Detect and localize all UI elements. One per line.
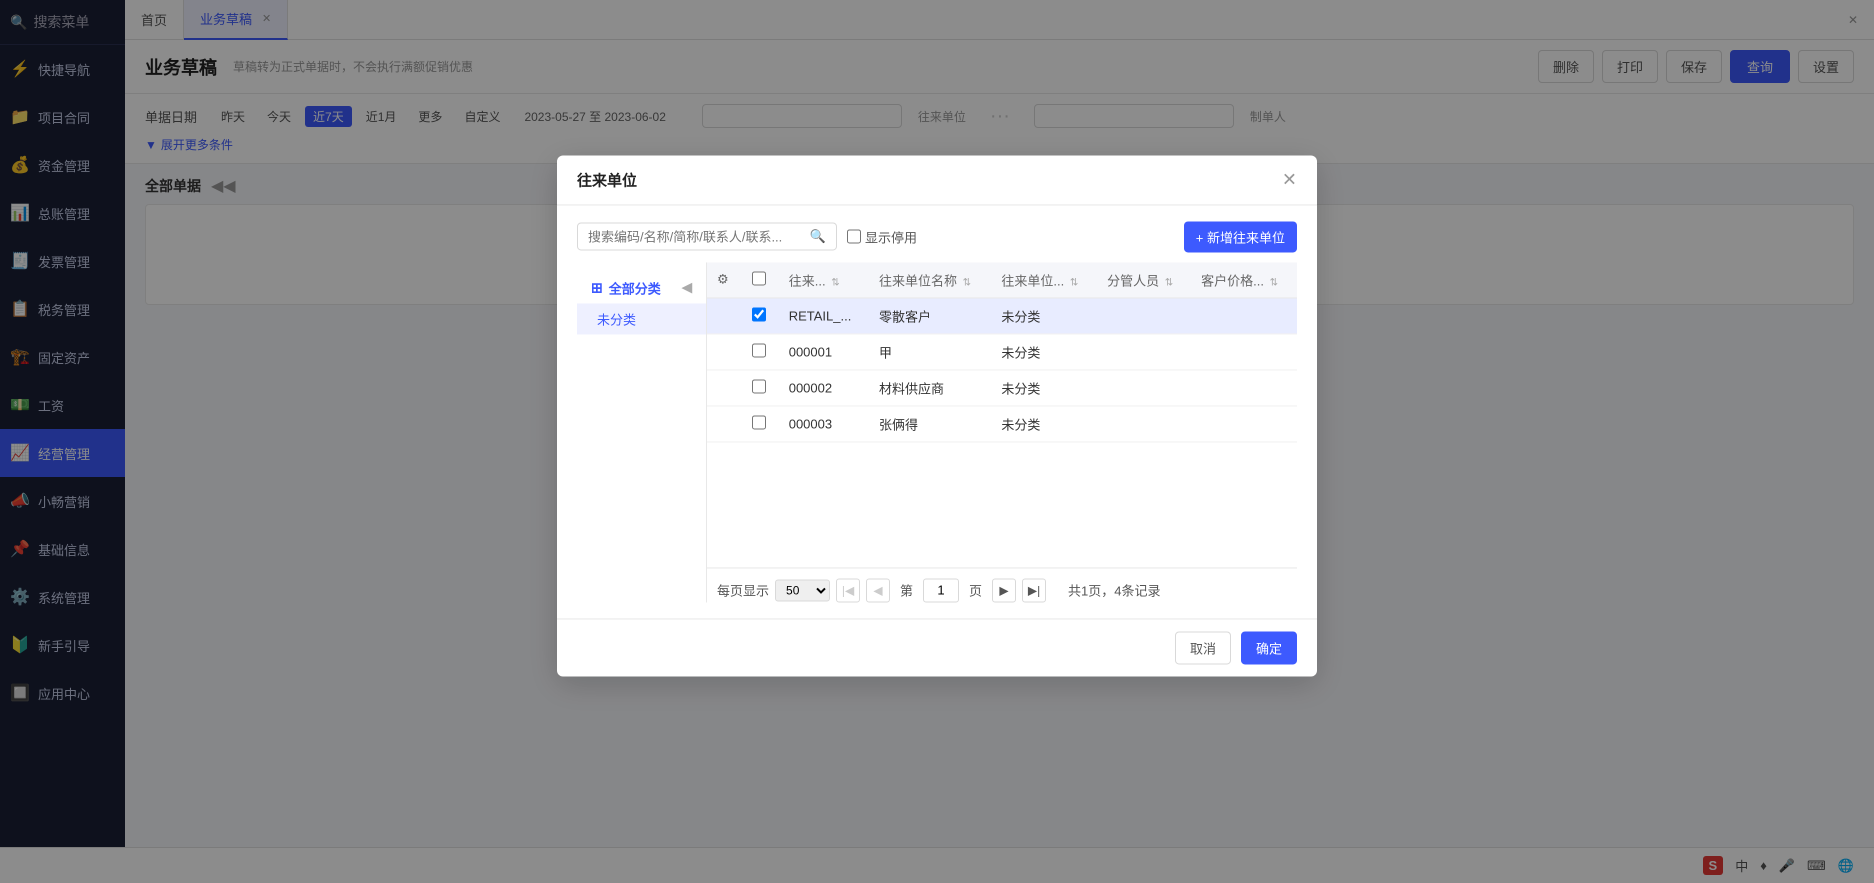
row-code-cell: 000002 xyxy=(779,369,869,405)
col-category: 往来单位... ⇅ xyxy=(991,262,1097,298)
dialog-search-bar: 🔍 显示停用 + 新增往来单位 xyxy=(577,221,1297,252)
row-name-cell: 零散客户 xyxy=(869,297,991,333)
row-category-cell: 未分类 xyxy=(991,333,1097,369)
sort-price-icon[interactable]: ⇅ xyxy=(1270,277,1278,288)
dialog-table-scroll[interactable]: ⚙ 往来... ⇅ 往来单位名称 xyxy=(707,262,1297,567)
last-page-btn[interactable]: ▶| xyxy=(1022,578,1046,602)
grid-icon: ⊞ xyxy=(591,279,603,296)
row-checkbox[interactable] xyxy=(752,307,766,321)
settings-col-icon[interactable]: ⚙ xyxy=(717,271,729,286)
select-all-checkbox[interactable] xyxy=(752,271,766,285)
row-manager-cell xyxy=(1097,297,1191,333)
row-settings-cell xyxy=(707,405,742,441)
row-price-cell xyxy=(1191,297,1297,333)
row-checkbox[interactable] xyxy=(752,415,766,429)
next-page-btn[interactable]: ▶ xyxy=(992,578,1016,602)
page-size-select[interactable]: 50 100 xyxy=(775,579,830,601)
current-page-input[interactable] xyxy=(923,578,959,602)
row-category-cell: 未分类 xyxy=(991,405,1097,441)
page-size-label: 每页显示 xyxy=(717,580,769,599)
partner-dialog: 往来单位 ✕ 🔍 显示停用 + 新增往来单位 ⊞ 全部分类 ◀ xyxy=(557,155,1317,676)
show-disabled-label: 显示停用 xyxy=(865,227,917,246)
col-name: 往来单位名称 ⇅ xyxy=(869,262,991,298)
dialog-search-input[interactable] xyxy=(588,229,804,244)
category-header[interactable]: ⊞ 全部分类 ◀ xyxy=(577,272,706,303)
row-checkbox-cell[interactable] xyxy=(742,297,779,333)
table-row[interactable]: 000001 甲 未分类 xyxy=(707,333,1297,369)
row-category-cell: 未分类 xyxy=(991,297,1097,333)
page-label-post: 页 xyxy=(969,580,982,599)
table-row[interactable]: 000002 材料供应商 未分类 xyxy=(707,369,1297,405)
row-price-cell xyxy=(1191,333,1297,369)
dialog-table-panel: ⚙ 往来... ⇅ 往来单位名称 xyxy=(707,262,1297,602)
category-header-label: 全部分类 xyxy=(609,278,661,297)
col-price: 客户价格... ⇅ xyxy=(1191,262,1297,298)
dialog-search-field[interactable]: 🔍 xyxy=(577,222,837,250)
category-label: 未分类 xyxy=(597,312,636,327)
table-row[interactable]: RETAIL_... 零散客户 未分类 xyxy=(707,297,1297,333)
col-name-label: 往来单位名称 xyxy=(879,273,957,288)
row-manager-cell xyxy=(1097,405,1191,441)
dialog-pagination: 每页显示 50 100 |◀ ◀ 第 页 ▶ ▶| 共1页，4条记录 xyxy=(707,567,1297,602)
partner-table: ⚙ 往来... ⇅ 往来单位名称 xyxy=(707,262,1297,442)
sort-manager-icon[interactable]: ⇅ xyxy=(1165,277,1173,288)
row-checkbox[interactable] xyxy=(752,343,766,357)
row-settings-cell xyxy=(707,333,742,369)
search-icon: 🔍 xyxy=(810,228,826,244)
page-label-pre: 第 xyxy=(900,580,913,599)
row-checkbox-cell[interactable] xyxy=(742,369,779,405)
collapse-left-icon[interactable]: ◀ xyxy=(682,279,692,295)
row-checkbox-cell[interactable] xyxy=(742,405,779,441)
category-panel: ⊞ 全部分类 ◀ 未分类 xyxy=(577,262,707,602)
dialog-close-button[interactable]: ✕ xyxy=(1282,169,1297,190)
first-page-btn[interactable]: |◀ xyxy=(836,578,860,602)
row-price-cell xyxy=(1191,405,1297,441)
col-checkbox[interactable] xyxy=(742,262,779,298)
sort-category-icon[interactable]: ⇅ xyxy=(1070,277,1078,288)
row-name-cell: 甲 xyxy=(869,333,991,369)
prev-page-btn[interactable]: ◀ xyxy=(866,578,890,602)
row-checkbox-cell[interactable] xyxy=(742,333,779,369)
category-item-unclassified[interactable]: 未分类 xyxy=(577,303,706,334)
row-manager-cell xyxy=(1097,333,1191,369)
row-category-cell: 未分类 xyxy=(991,369,1097,405)
dialog-header: 往来单位 ✕ xyxy=(557,155,1317,205)
dialog-title: 往来单位 xyxy=(577,169,637,190)
cancel-button[interactable]: 取消 xyxy=(1175,631,1231,664)
col-code-label: 往来... xyxy=(789,273,826,288)
confirm-button[interactable]: 确定 xyxy=(1241,631,1297,664)
add-partner-button[interactable]: + 新增往来单位 xyxy=(1184,221,1297,252)
col-manager-label: 分管人员 xyxy=(1107,273,1159,288)
col-price-label: 客户价格... xyxy=(1201,273,1264,288)
row-name-cell: 材料供应商 xyxy=(869,369,991,405)
row-settings-cell xyxy=(707,369,742,405)
dialog-split-view: ⊞ 全部分类 ◀ 未分类 ⚙ xyxy=(577,262,1297,602)
row-code-cell: RETAIL_... xyxy=(779,297,869,333)
row-code-cell: 000001 xyxy=(779,333,869,369)
total-records-label: 共1页，4条记录 xyxy=(1068,580,1160,599)
row-manager-cell xyxy=(1097,369,1191,405)
row-checkbox[interactable] xyxy=(752,379,766,393)
col-code: 往来... ⇅ xyxy=(779,262,869,298)
sort-code-icon[interactable]: ⇅ xyxy=(831,277,839,288)
dialog-body: 🔍 显示停用 + 新增往来单位 ⊞ 全部分类 ◀ 未分类 xyxy=(557,205,1317,618)
show-disabled-toggle[interactable]: 显示停用 xyxy=(847,227,917,246)
row-price-cell xyxy=(1191,369,1297,405)
row-settings-cell xyxy=(707,297,742,333)
dialog-footer: 取消 确定 xyxy=(557,618,1317,676)
table-row[interactable]: 000003 张俩得 未分类 xyxy=(707,405,1297,441)
row-code-cell: 000003 xyxy=(779,405,869,441)
show-disabled-checkbox[interactable] xyxy=(847,229,861,243)
col-category-label: 往来单位... xyxy=(1001,273,1064,288)
col-manager: 分管人员 ⇅ xyxy=(1097,262,1191,298)
col-settings[interactable]: ⚙ xyxy=(707,262,742,298)
sort-name-icon[interactable]: ⇅ xyxy=(963,277,971,288)
row-name-cell: 张俩得 xyxy=(869,405,991,441)
